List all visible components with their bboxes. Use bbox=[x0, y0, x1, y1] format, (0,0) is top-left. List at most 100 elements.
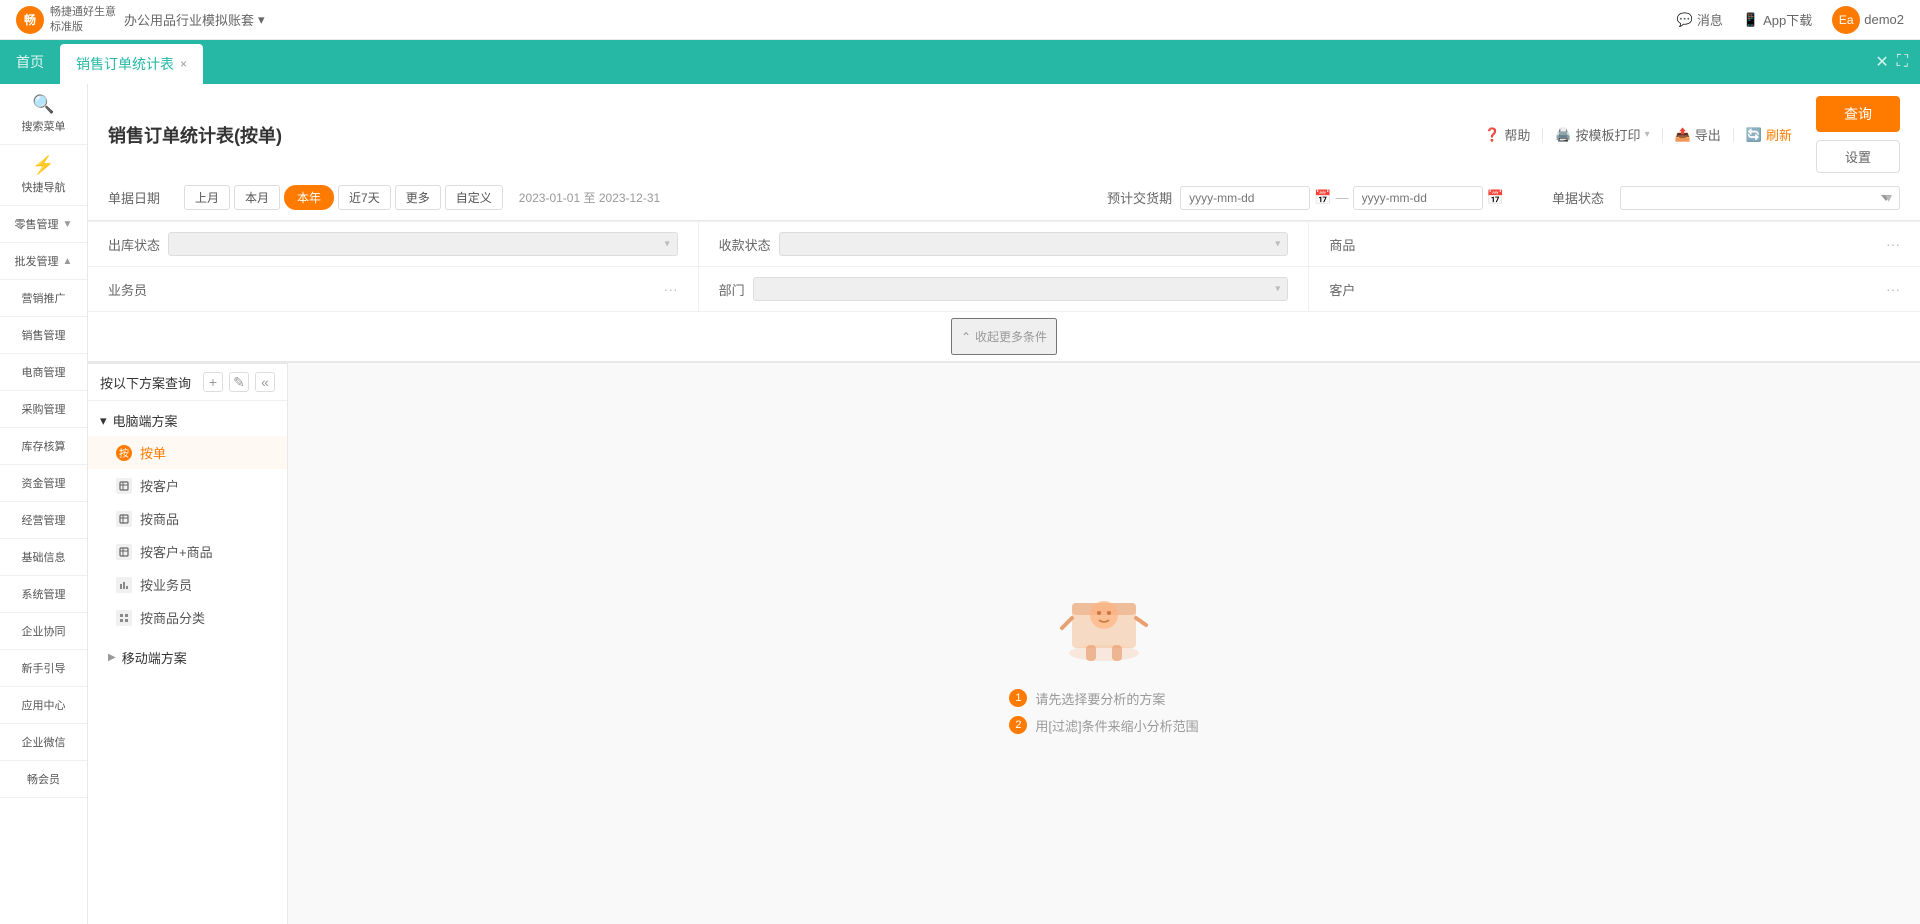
sidebar-item-purchase[interactable]: 采购管理 bbox=[0, 391, 87, 428]
customer-cell: 客户 ··· bbox=[1309, 267, 1920, 311]
tab-active[interactable]: 销售订单统计表 × bbox=[60, 44, 203, 84]
add-scheme-btn[interactable]: + bbox=[203, 372, 223, 392]
logo-icon: 畅 bbox=[16, 6, 44, 34]
left-panel: 按以下方案查询 + ✎ « ▾ 电脑端方案 按 按单 bbox=[88, 363, 288, 924]
status-label: 单据状态 bbox=[1552, 188, 1612, 207]
sidebar-item-wechat[interactable]: 企业微信 bbox=[0, 724, 87, 761]
tab-close-window-btn[interactable]: ✕ bbox=[1875, 52, 1888, 72]
help-btn[interactable]: ❓ 帮助 bbox=[1484, 125, 1530, 144]
empty-state: 1 请先选择要分析的方案 2 用[过滤]条件来缩小分析范围 bbox=[1009, 553, 1198, 735]
filter-row-3: 业务员 ··· 部门 ▾ 客户 ··· bbox=[88, 266, 1920, 311]
print-btn[interactable]: 🖨️ 按模板打印 ▾ bbox=[1555, 125, 1649, 144]
expected-date-label: 预计交货期 bbox=[1107, 188, 1172, 207]
sidebar-item-finance[interactable]: 资金管理 bbox=[0, 465, 87, 502]
scheme-item-by-customer[interactable]: 按客户 bbox=[88, 469, 287, 502]
left-panel-actions: + ✎ « bbox=[203, 372, 275, 392]
divider2 bbox=[1662, 128, 1663, 142]
expected-date-from[interactable] bbox=[1180, 186, 1310, 210]
date-custom-btn[interactable]: 自定义 bbox=[445, 185, 503, 210]
sidebar-item-system[interactable]: 系统管理 bbox=[0, 576, 87, 613]
lightning-icon: ⚡ bbox=[32, 155, 54, 176]
scheme-item-by-sales[interactable]: 按业务员 bbox=[88, 568, 287, 601]
export-icon: 📤 bbox=[1675, 127, 1691, 143]
avatar: Ea bbox=[1832, 6, 1860, 34]
goods-dots-btn[interactable]: ··· bbox=[1886, 236, 1900, 252]
tab-home[interactable]: 首页 bbox=[0, 40, 60, 84]
date-this-year-btn[interactable]: 本年 bbox=[284, 185, 334, 210]
scheme-item-by-category[interactable]: 按商品分类 bbox=[88, 601, 287, 634]
help-icon: ❓ bbox=[1484, 127, 1500, 143]
left-panel-title: 按以下方案查询 bbox=[100, 373, 191, 392]
expected-date-to[interactable] bbox=[1353, 186, 1483, 210]
empty-hints: 1 请先选择要分析的方案 2 用[过滤]条件来缩小分析范围 bbox=[1009, 689, 1198, 735]
status-filter-group: 单据状态 ▾ bbox=[1552, 186, 1900, 210]
tab-close-btn[interactable]: × bbox=[180, 57, 187, 71]
status-select[interactable] bbox=[1620, 186, 1900, 210]
sidebar-item-collab[interactable]: 企业协同 bbox=[0, 613, 87, 650]
status-select-wrapper: ▾ bbox=[1620, 186, 1900, 210]
page-actions: ❓ 帮助 🖨️ 按模板打印 ▾ 📤 导出 bbox=[1484, 96, 1900, 173]
scheme-group-mobile-title[interactable]: ▶ 移动端方案 bbox=[88, 642, 287, 673]
logo-text: 畅捷通好生意 标准版 bbox=[50, 5, 116, 34]
date-this-month-btn[interactable]: 本月 bbox=[234, 185, 280, 210]
left-panel-header: 按以下方案查询 + ✎ « bbox=[88, 364, 287, 401]
top-bar-left: 畅 畅捷通好生意 标准版 办公用品行业模拟账套 ▾ bbox=[16, 5, 265, 34]
app-download-btn[interactable]: 📱 App下载 bbox=[1743, 10, 1812, 29]
scheme-item-by-order[interactable]: 按 按单 bbox=[88, 436, 287, 469]
scheme-group-mobile: ▶ 移动端方案 bbox=[88, 638, 287, 677]
sidebar-item-appcenter[interactable]: 应用中心 bbox=[0, 687, 87, 724]
print-icon: 🖨️ bbox=[1555, 127, 1571, 143]
department-select[interactable] bbox=[753, 277, 1289, 301]
user-menu[interactable]: Ea demo2 bbox=[1832, 6, 1904, 34]
sidebar-item-search[interactable]: 🔍 搜索菜单 bbox=[0, 84, 87, 145]
filter-extended: 出库状态 ▾ 收款状态 ▾ bbox=[88, 221, 1920, 362]
collapse-panel-btn[interactable]: « bbox=[255, 372, 275, 392]
sidebar-item-ecommerce[interactable]: 电商管理 bbox=[0, 354, 87, 391]
sidebar-item-member[interactable]: 畅会员 bbox=[0, 761, 87, 798]
salesperson-input[interactable] bbox=[155, 282, 656, 296]
collapse-row: ⌃ 收起更多条件 bbox=[88, 311, 1920, 361]
edit-scheme-btn[interactable]: ✎ bbox=[229, 372, 249, 392]
scheme-group-desktop-title[interactable]: ▾ 电脑端方案 bbox=[88, 405, 287, 436]
scheme-icon-sales bbox=[116, 577, 132, 593]
date-last7days-btn[interactable]: 近7天 bbox=[338, 185, 391, 210]
customer-input[interactable] bbox=[1363, 282, 1878, 296]
page-title: 销售订单统计表(按单) bbox=[108, 122, 282, 148]
sidebar-item-sales[interactable]: 销售管理 bbox=[0, 317, 87, 354]
sidebar: 🔍 搜索菜单 ⚡ 快捷导航 零售管理 ▼ 批发管理 ▲ 营销推广 销售管理 电商… bbox=[0, 84, 88, 924]
sidebar-item-inventory[interactable]: 库存核算 bbox=[0, 428, 87, 465]
scheme-item-by-cust-goods[interactable]: 按客户+商品 bbox=[88, 535, 287, 568]
collapse-filters-btn[interactable]: ⌃ 收起更多条件 bbox=[951, 318, 1057, 355]
payment-select[interactable] bbox=[779, 232, 1289, 256]
empty-hint-1: 1 请先选择要分析的方案 bbox=[1009, 689, 1198, 708]
message-btn[interactable]: 💬 消息 bbox=[1677, 10, 1723, 29]
settings-btn[interactable]: 设置 bbox=[1816, 140, 1900, 173]
goods-input[interactable] bbox=[1363, 237, 1878, 251]
export-btn[interactable]: 📤 导出 bbox=[1675, 125, 1721, 144]
scheme-icon-category bbox=[116, 610, 132, 626]
delivery-select[interactable] bbox=[168, 232, 678, 256]
divider3 bbox=[1733, 128, 1734, 142]
chevron-down-icon: ▼ bbox=[63, 219, 73, 230]
customer-dots-btn[interactable]: ··· bbox=[1886, 281, 1900, 297]
sidebar-item-retail[interactable]: 零售管理 ▼ bbox=[0, 206, 87, 243]
date-filter-label: 单据日期 bbox=[108, 188, 168, 207]
date-last-month-btn[interactable]: 上月 bbox=[184, 185, 230, 210]
sidebar-item-newbie[interactable]: 新手引导 bbox=[0, 650, 87, 687]
page-header-top: 销售订单统计表(按单) ❓ 帮助 🖨️ 按模板打印 ▾ 📤 bbox=[108, 96, 1900, 185]
scheme-item-by-goods[interactable]: 按商品 bbox=[88, 502, 287, 535]
main-data-area: 1 请先选择要分析的方案 2 用[过滤]条件来缩小分析范围 bbox=[288, 363, 1920, 924]
calendar-to-icon: 📅 bbox=[1487, 189, 1504, 206]
refresh-btn[interactable]: 🔄 刷新 bbox=[1746, 125, 1792, 144]
sidebar-item-management[interactable]: 经营管理 bbox=[0, 502, 87, 539]
sidebar-item-wholesale[interactable]: 批发管理 ▲ bbox=[0, 243, 87, 280]
scheme-icon-custgoods bbox=[116, 544, 132, 560]
query-btn[interactable]: 查询 bbox=[1816, 96, 1900, 132]
scheme-icon-customer bbox=[116, 478, 132, 494]
date-more-btn[interactable]: 更多 bbox=[395, 185, 441, 210]
sidebar-item-marketing[interactable]: 营销推广 bbox=[0, 280, 87, 317]
tab-expand-btn[interactable]: ⛶ bbox=[1897, 53, 1908, 71]
sidebar-item-quicknav[interactable]: ⚡ 快捷导航 bbox=[0, 145, 87, 206]
salesperson-dots-btn[interactable]: ··· bbox=[664, 281, 678, 297]
sidebar-item-basic[interactable]: 基础信息 bbox=[0, 539, 87, 576]
